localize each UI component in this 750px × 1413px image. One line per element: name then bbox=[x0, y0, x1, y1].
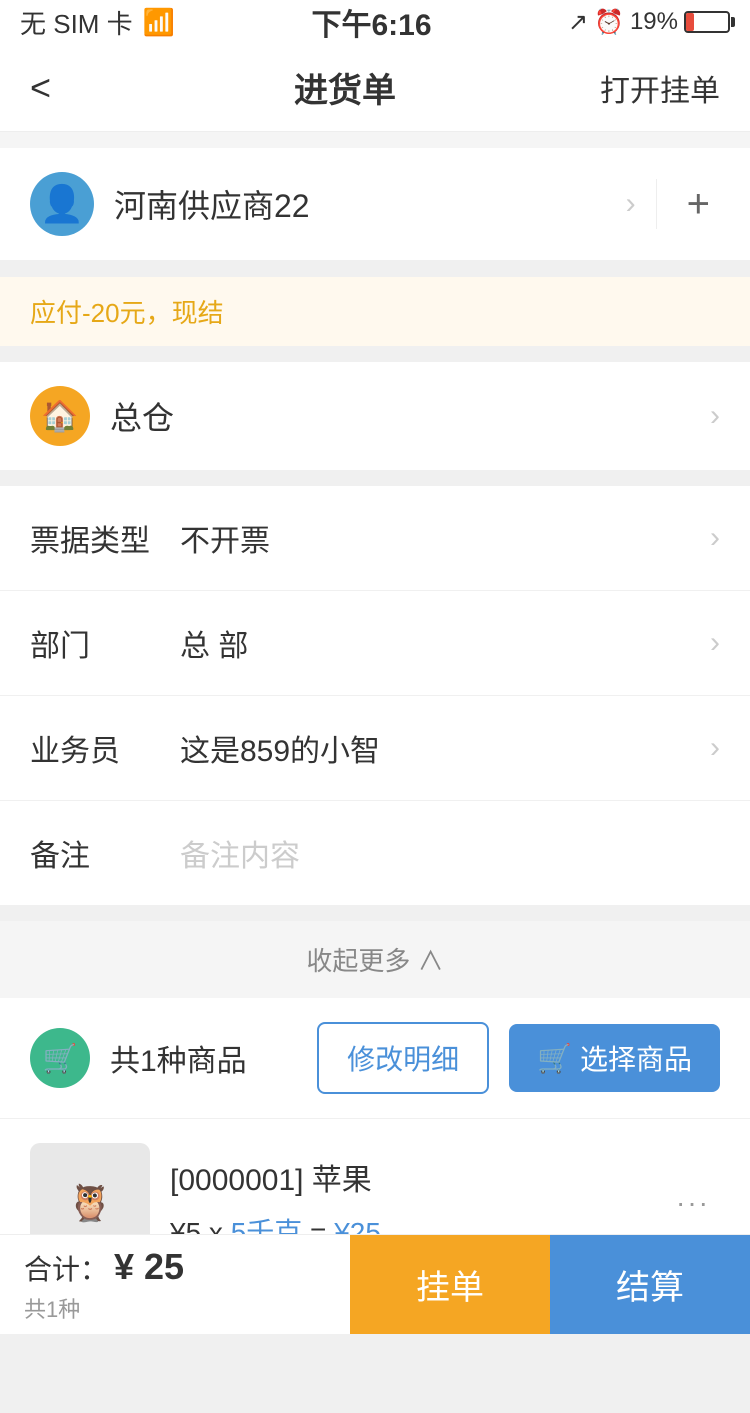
vertical-divider bbox=[656, 179, 657, 229]
remark-row[interactable]: 备注 备注内容 bbox=[0, 801, 750, 905]
alarm-icon: ⏰ bbox=[594, 8, 624, 37]
sales-row[interactable]: 业务员 这是859的小智 › bbox=[0, 696, 750, 801]
product-icon: 🛒 bbox=[30, 1028, 90, 1088]
invoice-label: 票据类型 bbox=[30, 516, 160, 560]
carrier-label: 无 SIM 卡 bbox=[20, 4, 133, 41]
total-label: 合计： ¥ 25 bbox=[24, 1246, 326, 1288]
avatar-icon: 👤 bbox=[40, 183, 85, 225]
dept-row[interactable]: 部门 总 部 › bbox=[0, 591, 750, 696]
status-left: 无 SIM 卡 📶 bbox=[20, 4, 175, 41]
dept-label: 部门 bbox=[30, 621, 160, 665]
warning-banner: 应付-20元，现结 bbox=[0, 277, 750, 346]
sales-label: 业务员 bbox=[30, 726, 160, 770]
supplier-name: 河南供应商22 bbox=[114, 181, 616, 227]
battery-percent: 19% bbox=[630, 8, 678, 36]
more-button[interactable]: ··· bbox=[666, 1177, 720, 1229]
bottom-bar: 合计： ¥ 25 共1种 挂单 结算 bbox=[0, 1234, 750, 1334]
back-button[interactable]: < bbox=[30, 67, 90, 109]
total-amount: ¥ 25 bbox=[114, 1246, 184, 1288]
select-product-button[interactable]: 🛒 选择商品 bbox=[509, 1024, 720, 1092]
product-count: 共1种商品 bbox=[110, 1036, 297, 1080]
chevron-right-icon: › bbox=[626, 187, 636, 221]
remark-label: 备注 bbox=[30, 831, 160, 875]
open-hang-button[interactable]: 打开挂单 bbox=[600, 66, 720, 110]
cart-icon: 🛒 bbox=[43, 1042, 78, 1075]
total-sub: 共1种 bbox=[24, 1292, 326, 1324]
warning-text: 应付-20元，现结 bbox=[30, 298, 224, 328]
total-text: 合计： bbox=[24, 1248, 108, 1288]
status-right: ↗ ⏰ 19% bbox=[568, 8, 730, 37]
product-code: [0000001] 苹果 bbox=[170, 1164, 372, 1197]
add-supplier-button[interactable]: + bbox=[677, 182, 720, 227]
collapse-label: 收起更多 ∧ bbox=[306, 941, 443, 978]
page-title: 进货单 bbox=[294, 63, 396, 112]
invoice-value: 不开票 bbox=[160, 516, 700, 560]
house-icon: 🏠 bbox=[41, 399, 78, 434]
warehouse-icon: 🏠 bbox=[30, 386, 90, 446]
edit-detail-button[interactable]: 修改明细 bbox=[317, 1022, 489, 1094]
collapse-button[interactable]: 收起更多 ∧ bbox=[0, 921, 750, 998]
form-card: 票据类型 不开票 › 部门 总 部 › 业务员 这是859的小智 › 备注 备注… bbox=[0, 486, 750, 905]
main-content: 👤 河南供应商22 › + 应付-20元，现结 🏠 总仓 › 票据类型 不开票 … bbox=[0, 148, 750, 1413]
settle-button[interactable]: 结算 bbox=[550, 1235, 750, 1334]
battery-fill bbox=[686, 13, 694, 31]
warehouse-row[interactable]: 🏠 总仓 › bbox=[0, 362, 750, 470]
supplier-card: 👤 河南供应商22 › + bbox=[0, 148, 750, 261]
warehouse-card: 🏠 总仓 › bbox=[0, 362, 750, 470]
sales-value: 这是859的小智 bbox=[160, 726, 700, 770]
remark-placeholder[interactable]: 备注内容 bbox=[160, 831, 720, 875]
chevron-right-icon: › bbox=[710, 521, 720, 555]
warehouse-name: 总仓 bbox=[110, 393, 700, 439]
select-icon: 🛒 bbox=[537, 1042, 572, 1075]
chevron-right-icon: › bbox=[710, 626, 720, 660]
select-label: 选择商品 bbox=[580, 1038, 692, 1078]
location-icon: ↗ bbox=[568, 8, 588, 37]
product-name: [0000001] 苹果 bbox=[170, 1155, 646, 1199]
owl-logo: 🦉 bbox=[68, 1182, 113, 1224]
chevron-right-icon: › bbox=[710, 731, 720, 765]
wifi-icon: 📶 bbox=[143, 7, 175, 38]
invoice-row[interactable]: 票据类型 不开票 › bbox=[0, 486, 750, 591]
total-section: 合计： ¥ 25 共1种 bbox=[0, 1235, 350, 1334]
nav-bar: < 进货单 打开挂单 bbox=[0, 44, 750, 132]
status-bar: 无 SIM 卡 📶 下午6:16 ↗ ⏰ 19% bbox=[0, 0, 750, 44]
supplier-row[interactable]: 👤 河南供应商22 › + bbox=[0, 148, 750, 261]
product-header: 🛒 共1种商品 修改明细 🛒 选择商品 bbox=[0, 998, 750, 1119]
dept-value: 总 部 bbox=[160, 621, 700, 665]
supplier-avatar: 👤 bbox=[30, 172, 94, 236]
battery-indicator bbox=[684, 11, 730, 33]
hang-button[interactable]: 挂单 bbox=[350, 1235, 550, 1334]
time-label: 下午6:16 bbox=[311, 0, 431, 44]
chevron-right-icon: › bbox=[710, 399, 720, 433]
